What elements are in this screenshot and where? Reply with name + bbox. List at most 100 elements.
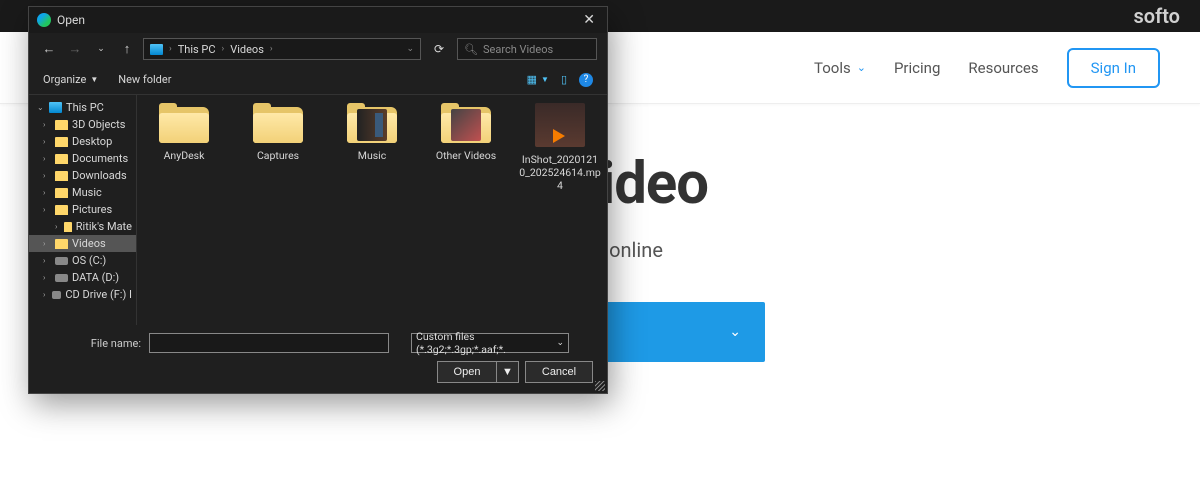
breadcrumb[interactable]: › This PC › Videos › ⌄ <box>143 38 421 60</box>
recent-locations-chevron[interactable]: ⌄ <box>91 44 111 54</box>
search-placeholder: Search Videos <box>483 43 553 56</box>
folder-icon <box>55 154 68 164</box>
file-item-label: InShot_20201210_202524614.mp4 <box>519 153 601 192</box>
dialog-title: Open <box>57 13 85 27</box>
pc-icon <box>49 102 62 113</box>
sidebar-item[interactable]: ⌄This PC <box>29 99 136 116</box>
caret-right-icon[interactable]: › <box>43 256 51 265</box>
file-item-folder[interactable]: AnyDesk <box>143 103 225 162</box>
file-item-label: AnyDesk <box>164 149 205 162</box>
video-icon <box>535 103 585 147</box>
dialog-titlebar[interactable]: Open ✕ <box>29 7 607 33</box>
dialog-toolbar: Organize ▼ New folder ▦ ▼ ▯ ? <box>29 65 607 95</box>
file-item-folder[interactable]: Captures <box>237 103 319 162</box>
sign-in-button[interactable]: Sign In <box>1067 48 1160 88</box>
caret-right-icon[interactable]: › <box>43 273 51 282</box>
file-item-label: Other Videos <box>436 149 496 162</box>
chevron-down-icon: ⌄ <box>857 61 866 74</box>
sidebar-item-label: Videos <box>72 237 106 250</box>
filter-label: Custom files (*.3g2;*.3gp;*.aaf;*. <box>416 330 556 356</box>
sidebar-item[interactable]: › DATA (D:) <box>29 269 136 286</box>
sidebar-item[interactable]: › Videos <box>29 235 136 252</box>
chevron-down-icon[interactable]: ⌄ <box>729 324 741 340</box>
sidebar-item-label: Music <box>72 186 102 199</box>
caret-right-icon[interactable]: › <box>55 222 60 231</box>
nav-tools[interactable]: Tools ⌄ <box>814 59 866 77</box>
file-type-filter[interactable]: Custom files (*.3g2;*.3gp;*.aaf;*. ⌄ <box>411 333 569 353</box>
resize-grip[interactable] <box>595 381 605 391</box>
caret-right-icon[interactable]: › <box>43 137 51 146</box>
brand-logo: softo <box>1133 4 1180 28</box>
cancel-button[interactable]: Cancel <box>525 361 593 383</box>
organize-menu[interactable]: Organize ▼ <box>43 73 98 86</box>
caret-right-icon[interactable]: › <box>43 239 51 248</box>
caret-right-icon[interactable]: › <box>43 205 51 214</box>
sidebar-item[interactable]: › Documents <box>29 150 136 167</box>
help-icon[interactable]: ? <box>579 73 593 87</box>
file-item-video[interactable]: InShot_20201210_202524614.mp4 <box>519 103 601 192</box>
sidebar-item-label: Documents <box>72 152 128 165</box>
caret-right-icon[interactable]: › <box>43 188 51 197</box>
sidebar-item-label: Desktop <box>72 135 112 148</box>
dialog-nav-row: ← → ⌄ ↑ › This PC › Videos › ⌄ ⟳ 🔍︎ Sear… <box>29 33 607 65</box>
caret-right-icon[interactable]: › <box>43 290 48 299</box>
file-item-label: Music <box>358 149 386 162</box>
breadcrumb-dropdown-icon[interactable]: ⌄ <box>406 44 414 54</box>
drive-icon <box>55 274 68 282</box>
sidebar-item-label: 3D Objects <box>72 118 125 131</box>
up-button[interactable]: ↑ <box>117 41 137 57</box>
caret-right-icon[interactable]: › <box>43 120 51 129</box>
sidebar-item[interactable]: ›Downloads <box>29 167 136 184</box>
caret-right-icon[interactable]: › <box>43 171 51 180</box>
sidebar-item[interactable]: › Music <box>29 184 136 201</box>
caret-down-icon[interactable]: ⌄ <box>37 103 45 112</box>
folder-icon <box>55 205 68 215</box>
sidebar-item-label: DATA (D:) <box>72 271 119 284</box>
folder-icon <box>55 120 68 130</box>
search-input[interactable]: 🔍︎ Search Videos <box>457 38 597 60</box>
caret-right-icon[interactable]: › <box>43 154 51 163</box>
back-button[interactable]: ← <box>39 41 59 57</box>
sidebar-item[interactable]: › CD Drive (F:) I <box>29 286 136 303</box>
search-icon: 🔍︎ <box>464 43 478 56</box>
preview-pane-button[interactable]: ▯ <box>561 73 567 86</box>
folder-icon <box>55 239 68 249</box>
edge-icon <box>37 13 51 27</box>
drive-icon <box>55 257 68 265</box>
new-folder-button[interactable]: New folder <box>118 73 171 86</box>
nav-resources[interactable]: Resources <box>968 59 1038 77</box>
dialog-footer: File name: Custom files (*.3g2;*.3gp;*.a… <box>29 325 607 393</box>
forward-button[interactable]: → <box>65 41 85 57</box>
breadcrumb-sep-icon: › <box>270 44 273 54</box>
sidebar-item-label: Pictures <box>72 203 112 216</box>
file-name-input[interactable] <box>149 333 389 353</box>
file-item-folder[interactable]: Other Videos <box>425 103 507 162</box>
nav-tools-label: Tools <box>814 59 851 77</box>
folder-icon <box>347 103 397 143</box>
open-button-dropdown[interactable]: ▼ <box>497 361 519 383</box>
organize-label: Organize <box>43 73 86 86</box>
breadcrumb-sep-icon: › <box>222 44 225 54</box>
sidebar-item[interactable]: ›OS (C:) <box>29 252 136 269</box>
file-item-folder[interactable]: Music <box>331 103 413 162</box>
breadcrumb-folder[interactable]: Videos <box>230 43 264 56</box>
sidebar-item-label: CD Drive (F:) I <box>65 288 132 301</box>
breadcrumb-sep-icon: › <box>169 44 172 54</box>
file-item-label: Captures <box>257 149 299 162</box>
folder-icon <box>55 188 68 198</box>
chevron-down-icon: ▼ <box>90 75 98 84</box>
nav-pricing[interactable]: Pricing <box>894 59 940 77</box>
close-icon[interactable]: ✕ <box>579 12 599 28</box>
view-options-button[interactable]: ▦ ▼ <box>527 73 549 86</box>
breadcrumb-root[interactable]: This PC <box>178 43 216 56</box>
sidebar-item[interactable]: › Desktop <box>29 133 136 150</box>
folder-icon <box>64 222 72 232</box>
open-button[interactable]: Open <box>437 361 497 383</box>
folder-icon <box>441 103 491 143</box>
dialog-content: AnyDesk Captures Music Other Videos InShot_2… <box>137 95 607 325</box>
sidebar-item-label: Ritik's Mate <box>76 220 132 233</box>
sidebar-item[interactable]: › Pictures <box>29 201 136 218</box>
sidebar-item[interactable]: › 3D Objects <box>29 116 136 133</box>
refresh-button[interactable]: ⟳ <box>427 42 451 56</box>
sidebar-item[interactable]: › Ritik's Mate <box>29 218 136 235</box>
